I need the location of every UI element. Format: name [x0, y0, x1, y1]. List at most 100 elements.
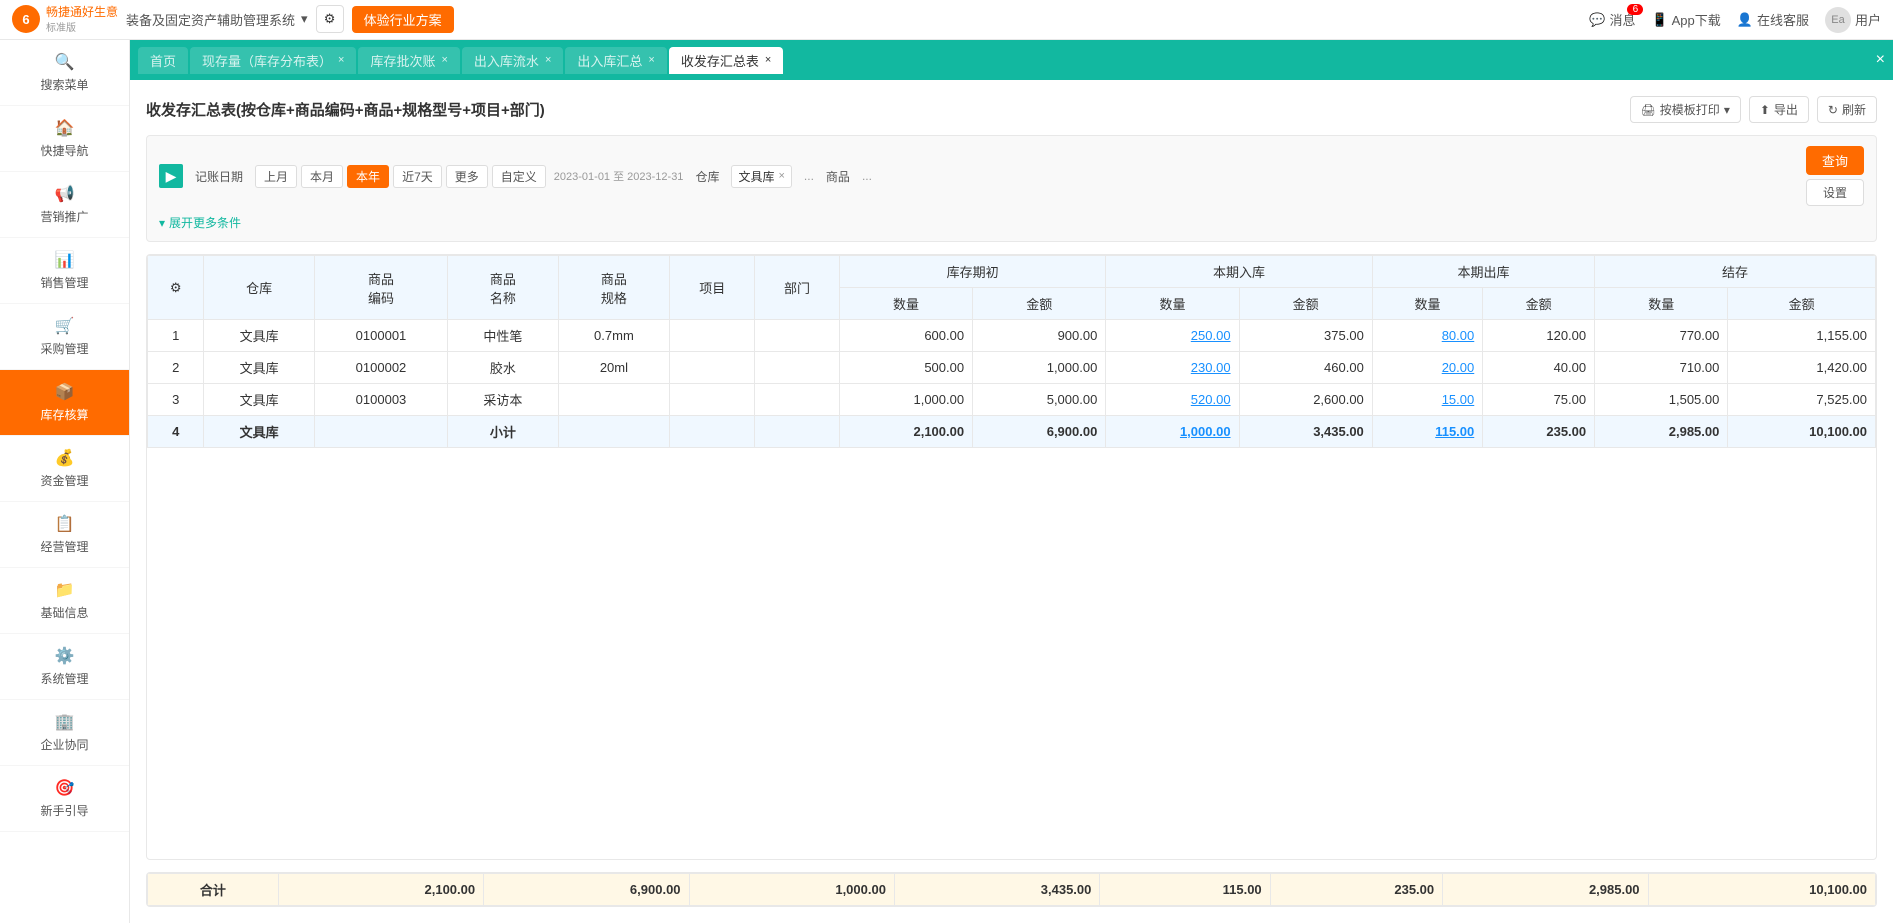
- warehouse-more[interactable]: ...: [804, 169, 814, 183]
- tab-stock-dist-close[interactable]: ×: [338, 54, 344, 66]
- date-buttons: 上月 本月 本年 近7天 更多 自定义 2023-01-01 至 2023-12…: [255, 165, 683, 188]
- home-icon: 🏠: [55, 118, 75, 138]
- tab-stock-dist-label: 现存量（库存分布表）: [202, 51, 332, 70]
- tab-inout-flow[interactable]: 出入库流水 ×: [462, 47, 563, 74]
- footer-in-qty: 1,000.00: [689, 874, 894, 906]
- message-button[interactable]: 💬 消息 6: [1589, 10, 1635, 29]
- online-service-button[interactable]: 👤 在线客服: [1737, 10, 1809, 29]
- sidebar-item-purchase[interactable]: 🛒 采购管理: [0, 304, 129, 370]
- user-button[interactable]: Ea 用户: [1825, 7, 1881, 33]
- row-in-qty[interactable]: 520.00: [1106, 384, 1239, 416]
- warehouse-tag-close[interactable]: ×: [778, 170, 784, 182]
- date-btn-this-month[interactable]: 本月: [301, 165, 343, 188]
- tab-bar-close[interactable]: ×: [1876, 51, 1885, 69]
- col-balance: 结存: [1595, 256, 1876, 288]
- system-title: 装备及固定资产辅助管理系统 ▾: [126, 10, 308, 29]
- tab-home-label: 首页: [150, 51, 176, 70]
- date-filter-label: 记账日期: [195, 168, 243, 185]
- row-balance-amt: 1,155.00: [1728, 320, 1876, 352]
- try-button[interactable]: 体验行业方案: [352, 6, 454, 33]
- print-button[interactable]: 🖨 按模板打印 ▾: [1630, 96, 1741, 123]
- data-table-container: ⚙ 仓库 商品编码 商品名称 商品规格 项目 部门 库存期初 本期入库 本期出库…: [146, 254, 1877, 860]
- message-icon: 💬: [1589, 12, 1605, 28]
- row-no: 3: [148, 384, 204, 416]
- sidebar-item-sales[interactable]: 📊 销售管理: [0, 238, 129, 304]
- tab-batch-close[interactable]: ×: [441, 54, 447, 66]
- sidebar-item-finance[interactable]: 💰 资金管理: [0, 436, 129, 502]
- row-spec: 20ml: [558, 352, 670, 384]
- export-button[interactable]: ⬆ 导出: [1749, 96, 1809, 123]
- tab-inout-summary-close[interactable]: ×: [648, 54, 654, 66]
- system-icon: ⚙️: [55, 646, 75, 666]
- row-balance-qty: 2,985.00: [1595, 416, 1728, 448]
- settings-filter-button[interactable]: 设置: [1806, 179, 1864, 206]
- app-download-button[interactable]: 📱 App下载: [1651, 10, 1720, 29]
- col-settings[interactable]: ⚙: [148, 256, 204, 320]
- expand-icon: ▾: [159, 216, 165, 230]
- newbie-icon: 🎯: [55, 778, 75, 798]
- col-project: 项目: [670, 256, 755, 320]
- footer-row: 合计 2,100.00 6,900.00 1,000.00 3,435.00 1…: [148, 874, 1876, 906]
- tab-batch[interactable]: 库存批次账 ×: [358, 47, 459, 74]
- tab-stock-dist[interactable]: 现存量（库存分布表） ×: [190, 47, 356, 74]
- tab-recv-send-label: 收发存汇总表: [681, 51, 759, 70]
- filter-bar: ▶ 记账日期 上月 本月 本年 近7天 更多 自定义 2023-01-01 至 …: [146, 135, 1877, 242]
- row-in-qty[interactable]: 230.00: [1106, 352, 1239, 384]
- logo-sub: 标准版: [46, 19, 118, 34]
- tab-recv-send-close[interactable]: ×: [765, 54, 771, 66]
- sidebar-item-operations[interactable]: 📋 经营管理: [0, 502, 129, 568]
- sidebar-item-quick[interactable]: 🏠 快捷导航: [0, 106, 129, 172]
- tab-home[interactable]: 首页: [138, 47, 188, 74]
- sidebar-item-system[interactable]: ⚙️ 系统管理: [0, 634, 129, 700]
- warehouse-tag[interactable]: 文具库 ×: [731, 165, 791, 188]
- row-in-qty[interactable]: 1,000.00: [1106, 416, 1239, 448]
- row-out-qty[interactable]: 80.00: [1372, 320, 1482, 352]
- sidebar-item-search[interactable]: 🔍 搜索菜单: [0, 40, 129, 106]
- row-out-qty[interactable]: 115.00: [1372, 416, 1482, 448]
- logo-icon: 6: [12, 5, 40, 33]
- row-opening-qty: 2,100.00: [839, 416, 972, 448]
- row-name: 小计: [448, 416, 558, 448]
- goods-more[interactable]: ...: [862, 169, 872, 183]
- sidebar-label-search: 搜索菜单: [40, 76, 88, 93]
- row-code: 0100002: [314, 352, 447, 384]
- row-name: 胶水: [448, 352, 558, 384]
- sidebar-item-marketing[interactable]: 📢 营销推广: [0, 172, 129, 238]
- date-btn-last-month[interactable]: 上月: [255, 165, 297, 188]
- table-row: 2文具库0100002胶水20ml500.001,000.00230.00460…: [148, 352, 1876, 384]
- row-warehouse: 文具库: [204, 384, 314, 416]
- row-code: 0100001: [314, 320, 447, 352]
- sidebar-item-enterprise[interactable]: 🏢 企业协同: [0, 700, 129, 766]
- row-out-qty[interactable]: 15.00: [1372, 384, 1482, 416]
- tab-inout-flow-label: 出入库流水: [474, 51, 539, 70]
- date-btn-7days[interactable]: 近7天: [393, 165, 442, 188]
- tab-inout-summary[interactable]: 出入库汇总 ×: [565, 47, 666, 74]
- row-in-qty[interactable]: 250.00: [1106, 320, 1239, 352]
- tab-inout-flow-close[interactable]: ×: [545, 54, 551, 66]
- date-btn-custom[interactable]: 自定义: [492, 165, 546, 188]
- expand-conditions-button[interactable]: ▾ 展开更多条件: [159, 214, 241, 231]
- row-balance-amt: 10,100.00: [1728, 416, 1876, 448]
- row-out-qty[interactable]: 20.00: [1372, 352, 1482, 384]
- row-out-amt: 40.00: [1483, 352, 1595, 384]
- export-icon: ⬆: [1760, 103, 1770, 117]
- logo-text: 畅捷通好生意: [46, 5, 118, 19]
- sidebar-item-newbie[interactable]: 🎯 新手引导: [0, 766, 129, 832]
- tab-bar: 首页 现存量（库存分布表） × 库存批次账 × 出入库流水 × 出入库汇总 × …: [130, 40, 1893, 80]
- sidebar-item-basic[interactable]: 📁 基础信息: [0, 568, 129, 634]
- row-project: [670, 352, 755, 384]
- phone-icon: 📱: [1651, 12, 1667, 28]
- user-label: 用户: [1855, 10, 1881, 29]
- filter-toggle-button[interactable]: ▶: [159, 164, 183, 188]
- query-button[interactable]: 查询: [1806, 146, 1864, 175]
- row-no: 1: [148, 320, 204, 352]
- settings-button[interactable]: ⚙: [316, 5, 344, 33]
- tab-recv-send[interactable]: 收发存汇总表 ×: [669, 47, 783, 74]
- row-opening-qty: 500.00: [839, 352, 972, 384]
- inventory-icon: 📦: [55, 382, 75, 402]
- date-btn-more[interactable]: 更多: [446, 165, 488, 188]
- sidebar-item-inventory[interactable]: 📦 库存核算: [0, 370, 129, 436]
- content-area: 首页 现存量（库存分布表） × 库存批次账 × 出入库流水 × 出入库汇总 × …: [130, 40, 1893, 923]
- refresh-button[interactable]: ↻ 刷新: [1817, 96, 1877, 123]
- date-btn-this-year[interactable]: 本年: [347, 165, 389, 188]
